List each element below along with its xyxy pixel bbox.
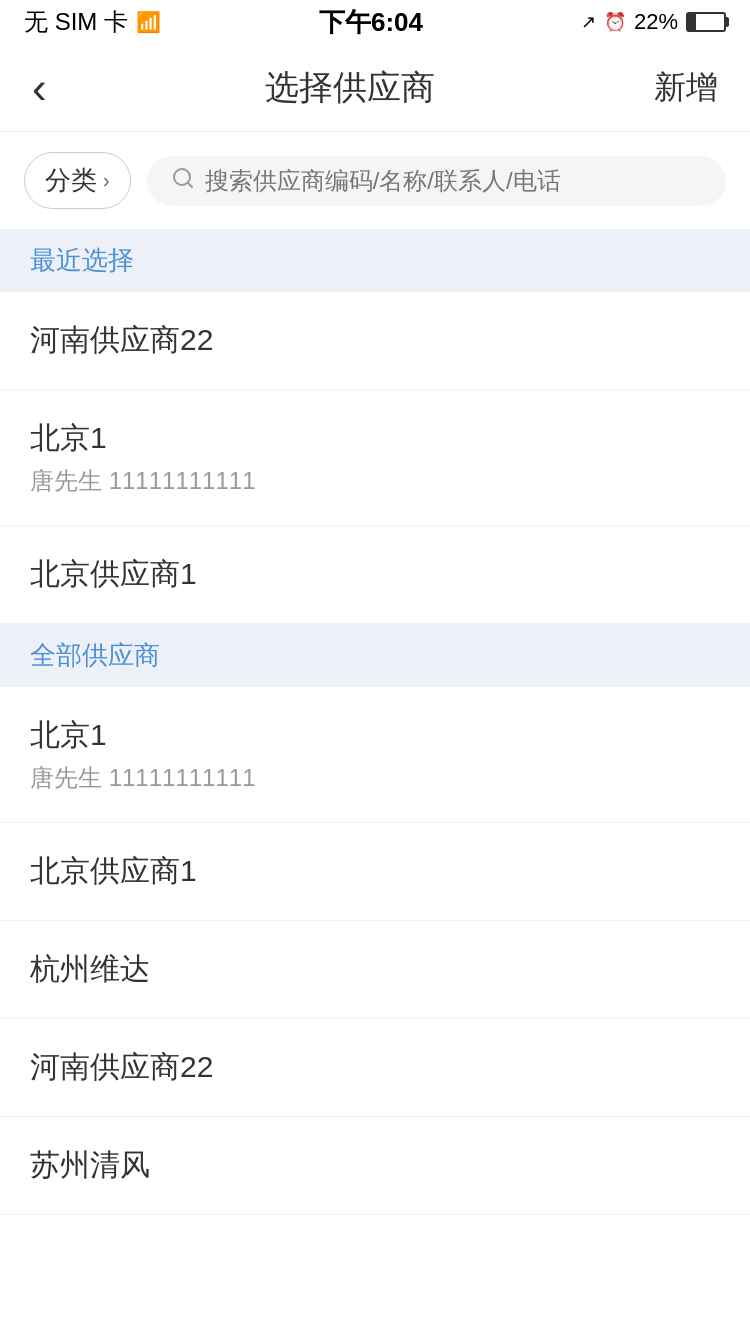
- status-bar: 无 SIM 卡 📶 下午6:04 ↗ ⏰ 22%: [0, 0, 750, 44]
- nav-bar: ‹ 选择供应商 新增: [0, 44, 750, 132]
- alarm-icon: ⏰: [604, 11, 626, 33]
- item-name: 北京供应商1: [30, 851, 720, 892]
- list-item[interactable]: 河南供应商22: [0, 1019, 750, 1117]
- item-name: 杭州维达: [30, 949, 720, 990]
- battery-icon: [686, 12, 726, 32]
- list-item[interactable]: 杭州维达: [0, 921, 750, 1019]
- back-button[interactable]: ‹: [32, 63, 47, 113]
- recent-section-header: 最近选择: [0, 229, 750, 292]
- page-title: 选择供应商: [265, 65, 435, 111]
- sim-status: 无 SIM 卡: [24, 6, 128, 38]
- item-sub: 唐先生 11111111111: [30, 465, 720, 497]
- item-name: 河南供应商22: [30, 1047, 720, 1088]
- list-item[interactable]: 苏州清风: [0, 1117, 750, 1215]
- item-name: 苏州清风: [30, 1145, 720, 1186]
- item-name: 北京1: [30, 715, 720, 756]
- recent-section-label: 最近选择: [30, 245, 134, 275]
- item-name: 河南供应商22: [30, 320, 720, 361]
- status-left: 无 SIM 卡 📶: [24, 6, 161, 38]
- all-section-label: 全部供应商: [30, 640, 160, 670]
- search-area: 分类 ›: [0, 132, 750, 229]
- list-item[interactable]: 北京供应商1: [0, 823, 750, 921]
- search-input[interactable]: [205, 167, 702, 195]
- status-time: 下午6:04: [319, 5, 423, 40]
- list-item[interactable]: 北京1 唐先生 11111111111: [0, 390, 750, 526]
- recent-list: 河南供应商22 北京1 唐先生 11111111111 北京供应商1: [0, 292, 750, 624]
- chevron-right-icon: ›: [103, 169, 110, 192]
- back-icon: ‹: [32, 63, 47, 113]
- all-list: 北京1 唐先生 11111111111 北京供应商1 杭州维达河南供应商22 苏州清风: [0, 687, 750, 1215]
- battery-percent: 22%: [634, 9, 678, 35]
- all-section-header: 全部供应商: [0, 624, 750, 687]
- svg-line-1: [187, 182, 191, 186]
- search-box[interactable]: [147, 156, 726, 206]
- status-right: ↗ ⏰ 22%: [581, 9, 726, 35]
- item-name: 北京供应商1: [30, 554, 720, 595]
- item-sub: 唐先生 11111111111: [30, 762, 720, 794]
- category-label: 分类: [45, 163, 97, 198]
- new-button[interactable]: 新增: [654, 66, 718, 110]
- item-name: 北京1: [30, 418, 720, 459]
- location-icon: ↗: [581, 11, 596, 33]
- category-button[interactable]: 分类 ›: [24, 152, 131, 209]
- list-item[interactable]: 河南供应商22: [0, 292, 750, 390]
- list-item[interactable]: 北京1 唐先生 11111111111: [0, 687, 750, 823]
- list-item[interactable]: 北京供应商1: [0, 526, 750, 624]
- wifi-icon: 📶: [136, 10, 161, 34]
- search-icon: [171, 166, 195, 196]
